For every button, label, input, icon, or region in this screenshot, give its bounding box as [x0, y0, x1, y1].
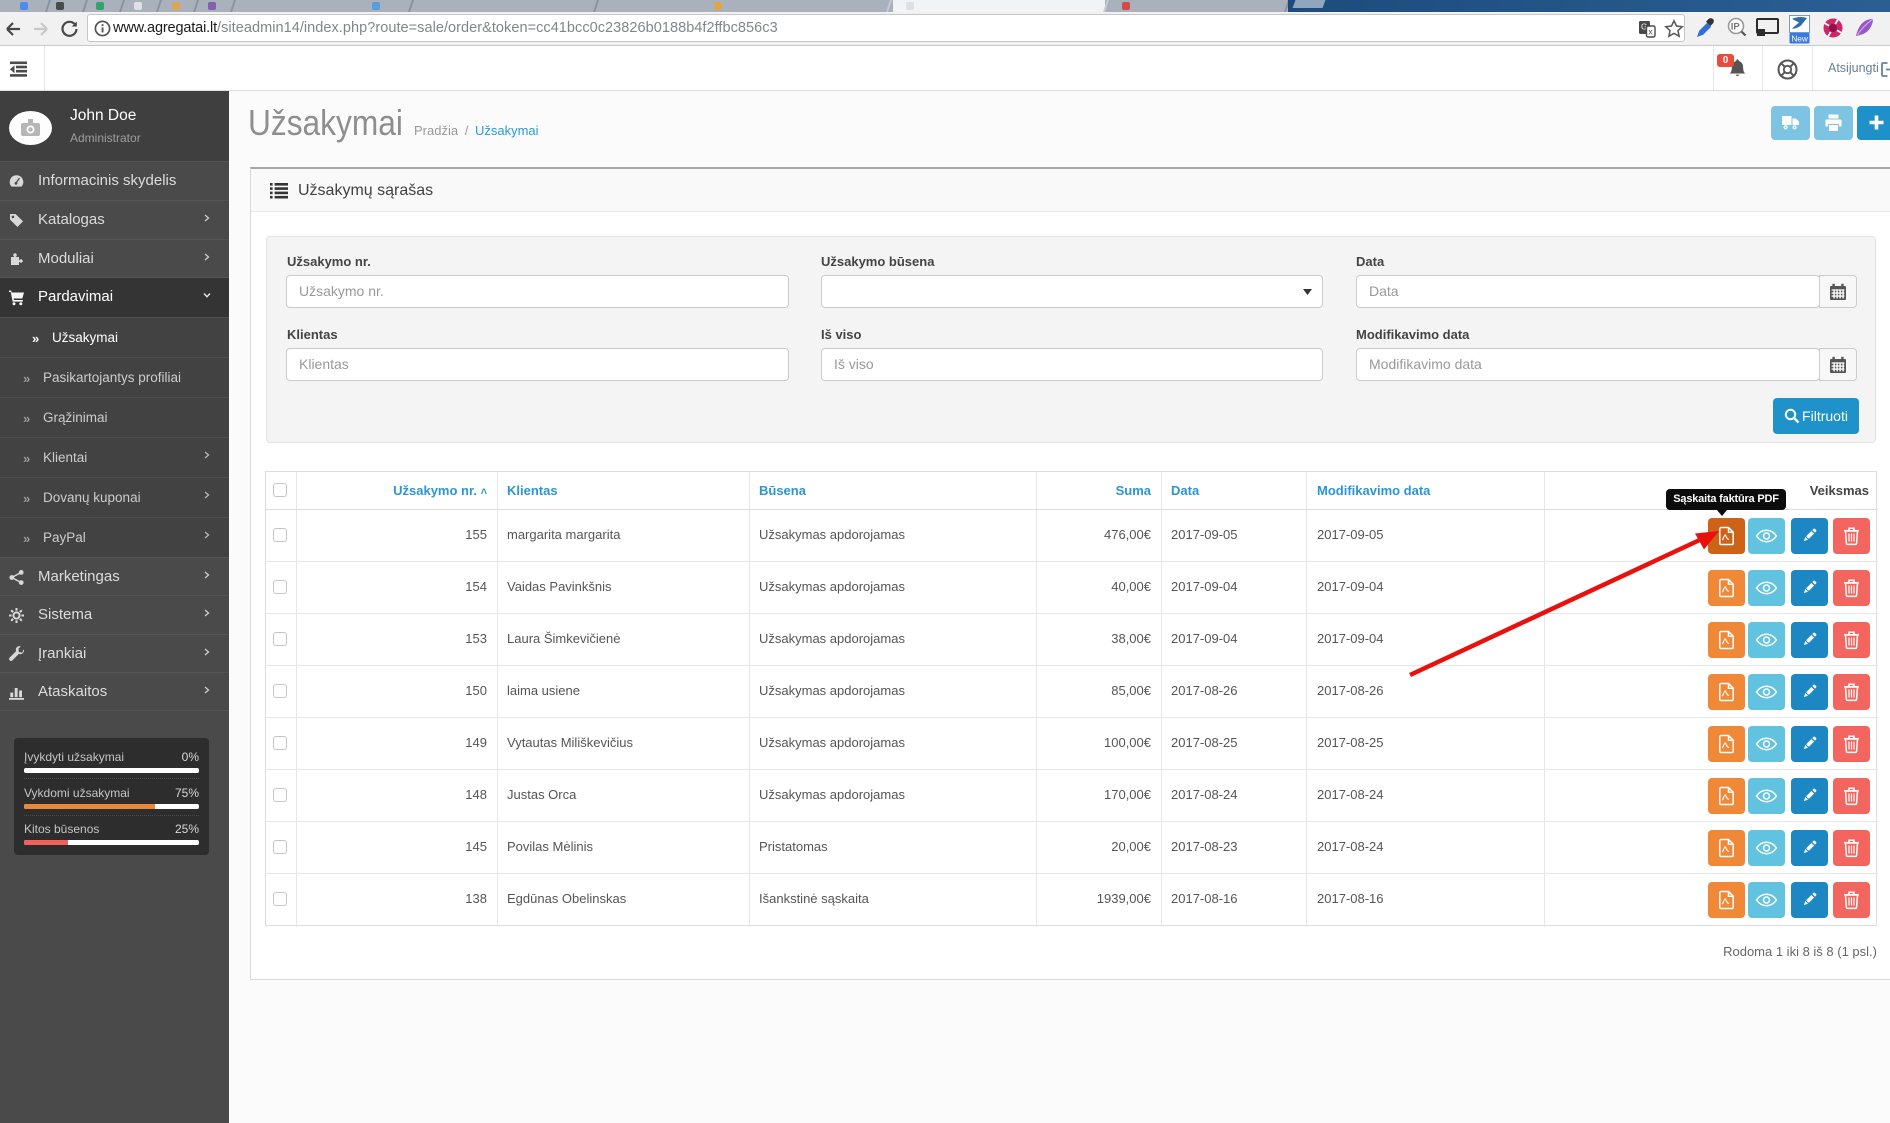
svg-text:New: New	[1791, 35, 1807, 44]
svg-text:IP: IP	[1731, 22, 1741, 33]
svg-text:x: x	[1648, 27, 1653, 37]
